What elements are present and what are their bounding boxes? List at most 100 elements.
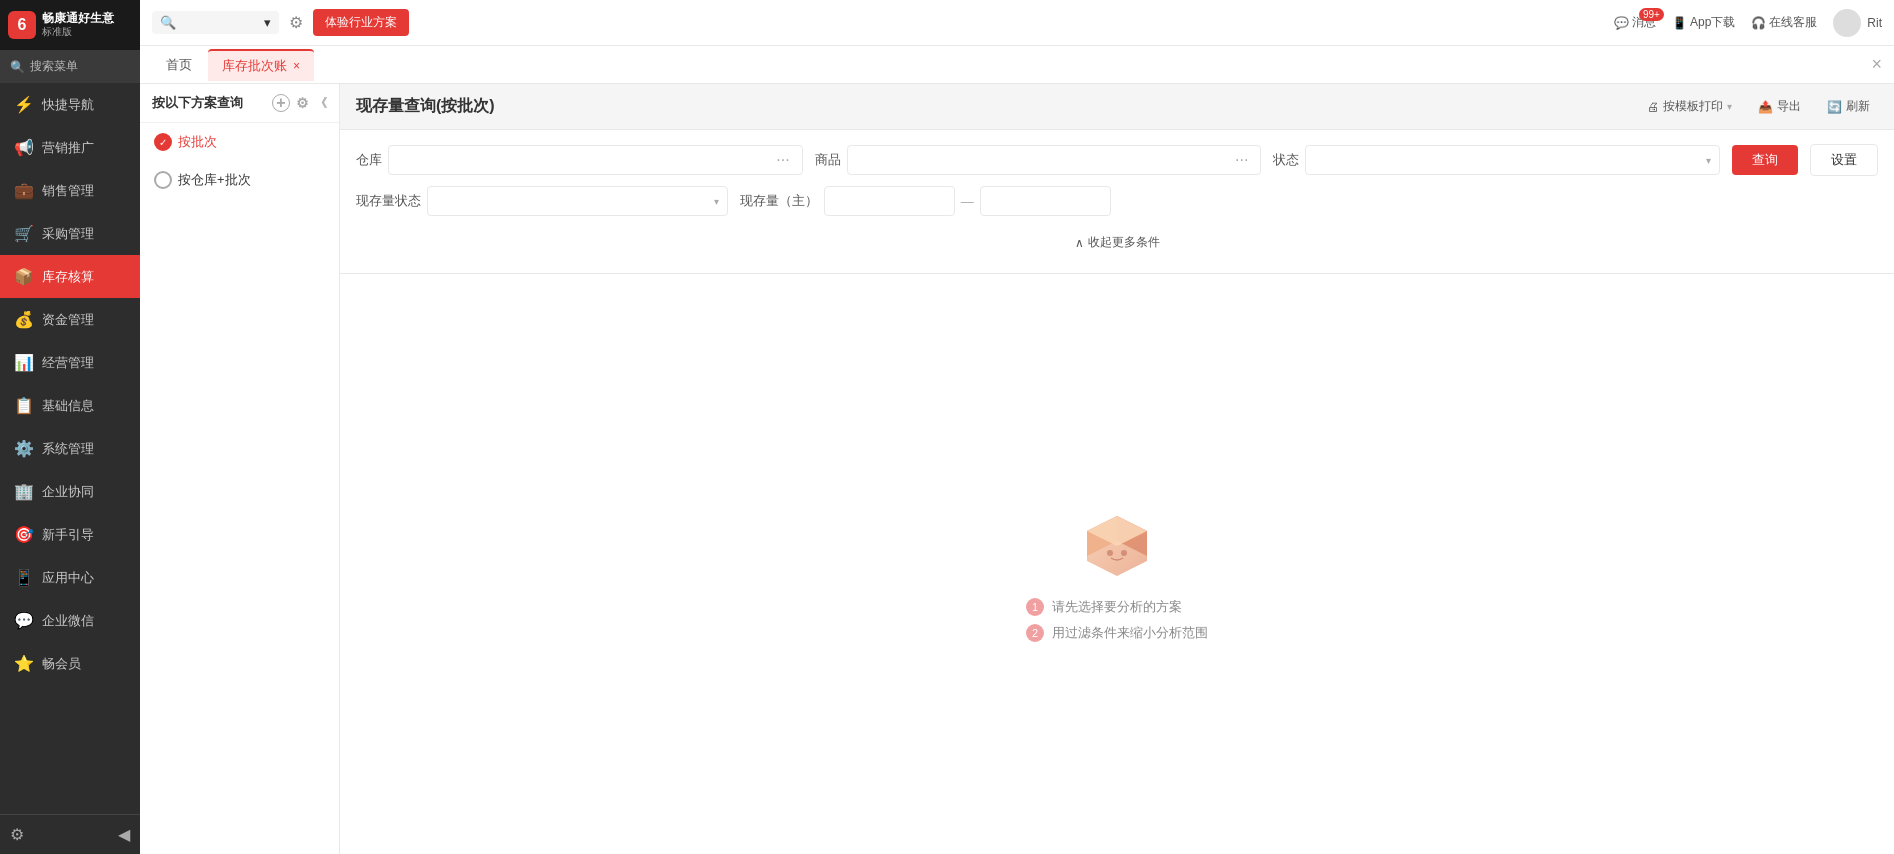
scheme-by-warehouse-batch[interactable]: 按仓库+批次	[140, 161, 339, 199]
sidebar-nav: ⚡快捷导航 📢 营销推广 💼销售管理🛒采购管理📦库存核算💰资金管理📊经营管理 📋 基础信息…	[0, 83, 140, 814]
left-panel: 按以下方案查询 + ⚙ 《 ✓ 按批次 按仓库+批次	[140, 84, 340, 854]
topbar-dropdown-icon[interactable]: ▾	[264, 15, 271, 30]
filter-area: 仓库 ··· 商品 ···	[340, 130, 1894, 274]
refresh-icon: 🔄	[1827, 100, 1842, 114]
collapse-panel-icon[interactable]: 《	[315, 95, 327, 112]
settings-button[interactable]: 设置	[1810, 144, 1878, 176]
app-download-label: App下载	[1690, 14, 1735, 31]
export-btn[interactable]: 📤 导出	[1750, 94, 1809, 119]
app-download-item[interactable]: 📱 App下载	[1672, 14, 1735, 31]
stock-qty-to[interactable]	[980, 186, 1111, 216]
print-dropdown-icon[interactable]: ▾	[1727, 101, 1732, 112]
sidebar-item-quick-nav[interactable]: ⚡快捷导航	[0, 83, 140, 126]
page-title: 现存量查询(按批次)	[356, 96, 495, 117]
sidebar-item-member[interactable]: ⭐畅会员	[0, 642, 140, 685]
tab-inventory-batch[interactable]: 库存批次账 ×	[208, 49, 314, 81]
topbar-search-input[interactable]	[180, 16, 260, 30]
topbar-settings-icon[interactable]: ⚙	[289, 13, 303, 32]
settings-scheme-icon[interactable]: ⚙	[296, 95, 309, 111]
sidebar-item-enterprise[interactable]: 🏢企业协同	[0, 470, 140, 513]
user-item[interactable]: Rit	[1833, 9, 1882, 37]
sidebar-item-purchase[interactable]: 🛒采购管理	[0, 212, 140, 255]
scheme-by-batch[interactable]: ✓ 按批次	[140, 123, 339, 161]
page-header-actions: 🖨 按模板打印 ▾ 📤 导出 🔄 刷新	[1639, 94, 1878, 119]
close-all-tabs[interactable]: ×	[1871, 54, 1882, 75]
page-header: 现存量查询(按批次) 🖨 按模板打印 ▾ 📤 导出 🔄 刷新	[340, 84, 1894, 130]
sidebar-search[interactable]: 🔍 搜索菜单	[0, 50, 140, 83]
empty-state: 1 请先选择要分析的方案 2 用过滤条件来缩小分析范围	[340, 274, 1894, 854]
search-icon: 🔍	[10, 60, 25, 74]
scheme-warehouse-batch-label: 按仓库+批次	[178, 171, 251, 189]
add-scheme-icon[interactable]: +	[272, 94, 290, 112]
settings-footer-icon[interactable]: ⚙	[10, 825, 24, 844]
filter-stock-status: 现存量状态 ▾	[356, 186, 728, 216]
print-btn[interactable]: 🖨 按模板打印 ▾	[1639, 94, 1740, 119]
app-logo: 6	[8, 11, 36, 39]
status-select[interactable]: ▾	[1305, 145, 1720, 175]
nav-icon-basic: 📋	[14, 396, 34, 415]
user-name: Rit	[1867, 16, 1882, 30]
messages-item[interactable]: 💬 消息 99+	[1614, 14, 1656, 31]
nav-label-newguide: 新手引导	[42, 526, 94, 544]
tab-home[interactable]: 首页	[152, 50, 206, 80]
tab-inventory-batch-label: 库存批次账	[222, 57, 287, 75]
stock-qty-from[interactable]	[824, 186, 955, 216]
sidebar-item-operation[interactable]: 📊经营管理	[0, 341, 140, 384]
nav-label-basic: 基础信息	[42, 397, 94, 415]
svg-point-4	[1107, 550, 1113, 556]
collapse-filters-btn[interactable]: ∧ 收起更多条件	[356, 226, 1878, 259]
sidebar-item-system[interactable]: ⚙️系统管理	[0, 427, 140, 470]
nav-label-purchase: 采购管理	[42, 225, 94, 243]
user-avatar	[1833, 9, 1861, 37]
tabbar: 首页 库存批次账 × ×	[140, 46, 1894, 84]
nav-icon-finance: 💰	[14, 310, 34, 329]
product-dots[interactable]: ···	[1231, 151, 1252, 169]
nav-label-enterprise: 企业协同	[42, 483, 94, 501]
nav-icon-member: ⭐	[14, 654, 34, 673]
online-service-label: 在线客服	[1769, 14, 1817, 31]
stock-status-select[interactable]: ▾	[427, 186, 728, 216]
sidebar-item-basic[interactable]: 📋 基础信息	[0, 384, 140, 427]
messages-icon: 💬	[1614, 16, 1629, 30]
topbar-search[interactable]: 🔍 ▾	[152, 11, 279, 34]
nav-icon-marketing: 📢	[14, 138, 34, 157]
warehouse-dots[interactable]: ···	[772, 151, 793, 169]
product-label: 商品	[815, 151, 841, 169]
filter-stock-qty: 现存量（主） —	[740, 186, 1112, 216]
sidebar-item-sales[interactable]: 💼销售管理	[0, 169, 140, 212]
query-button[interactable]: 查询	[1732, 145, 1798, 175]
nav-label-marketing: 营销推广	[42, 139, 94, 157]
sidebar-item-wechat[interactable]: 💬企业微信	[0, 599, 140, 642]
online-service-item[interactable]: 🎧 在线客服	[1751, 14, 1817, 31]
left-panel-header: 按以下方案查询 + ⚙ 《	[140, 84, 339, 123]
sidebar-item-appstore[interactable]: 📱应用中心	[0, 556, 140, 599]
sidebar-item-finance[interactable]: 💰资金管理	[0, 298, 140, 341]
sidebar-item-inventory[interactable]: 📦库存核算	[0, 255, 140, 298]
filter-warehouse: 仓库 ···	[356, 145, 803, 175]
stock-qty-dash: —	[955, 194, 980, 209]
main-area: 🔍 ▾ ⚙ 体验行业方案 💬 消息 99+ 📱 App下载 🎧 在线客服 Rit	[140, 0, 1894, 854]
messages-badge: 99+	[1639, 8, 1664, 21]
nav-label-inventory: 库存核算	[42, 268, 94, 286]
sidebar-item-newguide[interactable]: 🎯新手引导	[0, 513, 140, 556]
print-label: 按模板打印	[1663, 98, 1723, 115]
search-topbar-icon: 🔍	[160, 15, 176, 30]
topbar-right: 💬 消息 99+ 📱 App下载 🎧 在线客服 Rit	[1614, 9, 1882, 37]
scheme-batch-icon: ✓	[154, 133, 172, 151]
right-content: 现存量查询(按批次) 🖨 按模板打印 ▾ 📤 导出 🔄 刷新	[340, 84, 1894, 854]
refresh-btn[interactable]: 🔄 刷新	[1819, 94, 1878, 119]
sidebar-item-marketing[interactable]: 📢 营销推广	[0, 126, 140, 169]
nav-label-system: 系统管理	[42, 440, 94, 458]
sidebar-footer: ⚙ ◀	[0, 814, 140, 854]
product-input[interactable]: ···	[847, 145, 1262, 175]
status-label: 状态	[1273, 151, 1299, 169]
search-menu-label: 搜索菜单	[30, 58, 78, 75]
empty-tip-1: 1 请先选择要分析的方案	[1026, 598, 1208, 616]
experience-btn[interactable]: 体验行业方案	[313, 9, 409, 36]
warehouse-input[interactable]: ···	[388, 145, 803, 175]
close-tab-icon[interactable]: ×	[293, 59, 300, 73]
scheme-warehouse-batch-icon	[154, 171, 172, 189]
export-label: 导出	[1777, 98, 1801, 115]
app-branding: 畅康通好生意 标准版	[42, 11, 114, 39]
collapse-sidebar-icon[interactable]: ◀	[118, 825, 130, 844]
